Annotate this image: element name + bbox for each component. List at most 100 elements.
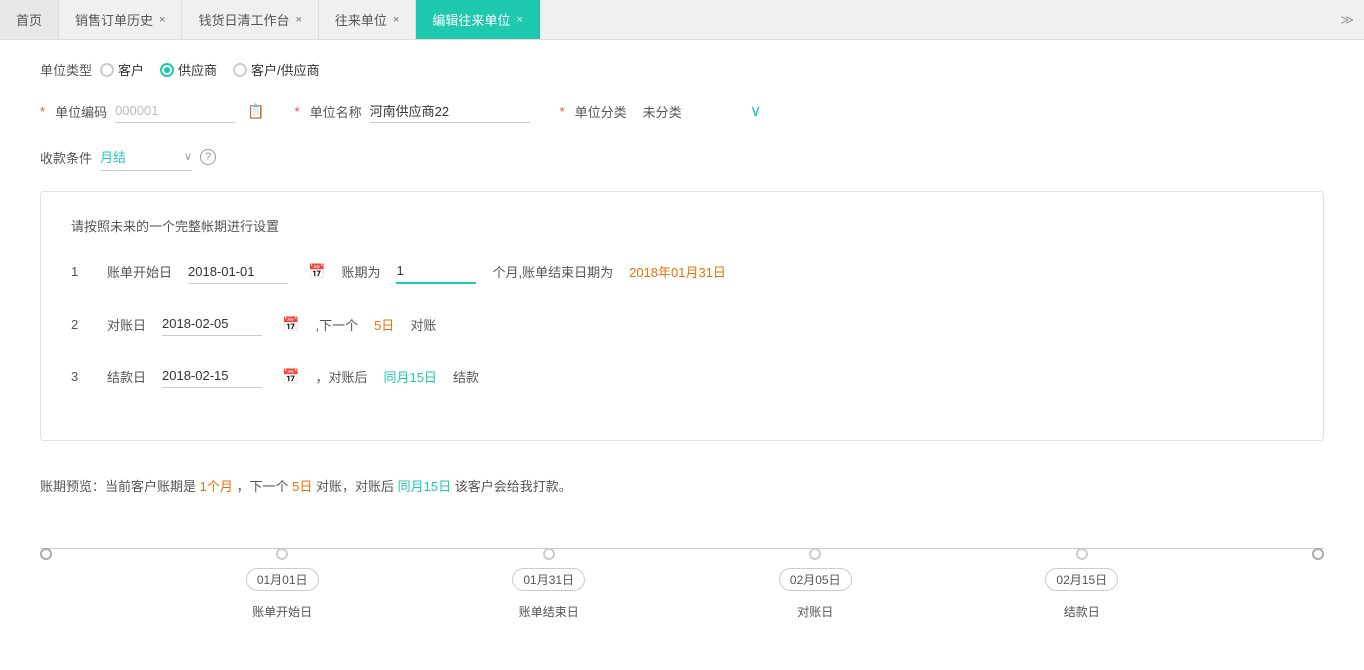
row-number-2: 2 — [71, 317, 91, 332]
field-label-3: 结款日 — [107, 367, 146, 386]
tab-sales-history-close[interactable]: × — [159, 14, 165, 26]
reconcile-date-input[interactable] — [162, 312, 262, 336]
radio-both-circle[interactable] — [233, 63, 247, 77]
row-number-1: 1 — [71, 264, 91, 279]
tab-partner-unit-close[interactable]: × — [393, 14, 399, 26]
timeline-dot-jan01 — [276, 548, 288, 560]
tab-cash-work-close[interactable]: × — [295, 14, 301, 26]
unit-type-row: 单位类型 客户 供应商 客户/供应商 — [40, 60, 1324, 79]
timeline-dot-feb05 — [809, 548, 821, 560]
radio-customer-circle[interactable] — [100, 63, 114, 77]
payment-terms-select[interactable]: 月结 ∨ — [100, 143, 192, 171]
unit-category-label: 单位分类 — [575, 102, 627, 121]
timeline-node-feb15: 02月15日 结款日 — [1045, 548, 1118, 620]
unit-code-group: * 单位编码 📋 — [40, 99, 265, 123]
preview-text: 账期预览：当前客户账期是 1个月 ，下一个 5日 对账，对账后 同月15日 该客… — [40, 477, 1324, 498]
preview-part2: 5日 — [292, 479, 312, 494]
help-icon[interactable]: ? — [200, 149, 216, 165]
settings-card: 请按照未来的一个完整帐期进行设置 1 账单开始日 📅 账期为 个月,账单结束日期… — [40, 191, 1324, 441]
period-input[interactable] — [396, 259, 476, 284]
unit-name-group: * 单位名称 — [295, 99, 530, 123]
payment-day-highlight: 同月15日 — [383, 367, 436, 386]
tab-expand-button[interactable]: ≫ — [1330, 0, 1364, 39]
reconcile-prefix: ,下一个 — [315, 315, 358, 334]
tab-cash-work[interactable]: 钱货日清工作台 × — [182, 0, 318, 39]
timeline-badge-jan01: 01月01日 — [246, 568, 319, 591]
tab-edit-partner-close[interactable]: × — [516, 14, 522, 26]
payment-terms-row: 收款条件 月结 ∨ ? — [40, 143, 1324, 171]
row-number-3: 3 — [71, 369, 91, 384]
unit-name-star: * — [295, 104, 300, 119]
timeline: 01月01日 账单开始日 01月31日 账单结束日 02月05日 对账日 — [40, 528, 1324, 650]
preview-connector1: ，下一个 — [237, 479, 289, 494]
start-date-input[interactable] — [188, 260, 288, 284]
preview-label: 账期预览：当前客户账期是 — [40, 479, 196, 494]
preview-connector2: 对账，对账后 — [316, 479, 394, 494]
timeline-badge-jan31: 01月31日 — [512, 568, 585, 591]
unit-code-input[interactable] — [115, 99, 235, 123]
unit-info-row: * 单位编码 📋 * 单位名称 * 单位分类 未分类 ∨ — [40, 99, 1324, 123]
timeline-dot-jan31 — [543, 548, 555, 560]
preview-part3: 同月15日 — [398, 479, 451, 494]
radio-supplier-label: 供应商 — [178, 60, 217, 79]
payment-terms-group: 收款条件 月结 ∨ ? — [40, 143, 216, 171]
start-date-cal-icon[interactable]: 📅 — [308, 263, 325, 280]
preview-section: 账期预览：当前客户账期是 1个月 ，下一个 5日 对账，对账后 同月15日 该客… — [40, 461, 1324, 650]
radio-both-label: 客户/供应商 — [251, 60, 320, 79]
timeline-label-jan31: 账单结束日 — [519, 603, 579, 620]
setting-row-3: 3 结款日 📅 ，对账后 同月15日 结款 — [71, 364, 1293, 388]
unit-category-group: * 单位分类 未分类 ∨ — [560, 101, 762, 121]
timeline-node-end — [1312, 548, 1324, 620]
reconcile-date-cal-icon[interactable]: 📅 — [282, 316, 299, 333]
payment-terms-value: 月结 — [100, 147, 180, 166]
timeline-dot-end — [1312, 548, 1324, 560]
tab-partner-unit[interactable]: 往来单位 × — [319, 0, 416, 39]
payment-date-cal-icon[interactable]: 📅 — [282, 368, 299, 385]
unit-code-copy-icon[interactable]: 📋 — [247, 103, 264, 120]
timeline-node-jan31: 01月31日 账单结束日 — [512, 548, 585, 620]
preview-part1: 1个月 — [200, 479, 233, 494]
tab-home-label: 首页 — [16, 10, 42, 29]
tab-partner-unit-label: 往来单位 — [335, 10, 387, 29]
timeline-nodes: 01月01日 账单开始日 01月31日 账单结束日 02月05日 对账日 — [40, 548, 1324, 620]
unit-category-value: 未分类 — [643, 102, 682, 121]
payment-terms-dropdown-arrow[interactable]: ∨ — [184, 150, 192, 163]
radio-supplier[interactable]: 供应商 — [160, 60, 217, 79]
field-label-2: 对账日 — [107, 315, 146, 334]
reconcile-day-highlight: 5日 — [374, 315, 394, 334]
tab-home[interactable]: 首页 — [0, 0, 59, 39]
main-content: 单位类型 客户 供应商 客户/供应商 * 单位编码 — [0, 40, 1364, 670]
payment-terms-label: 收款条件 — [40, 148, 92, 167]
timeline-label-feb05: 对账日 — [797, 603, 833, 620]
setting-row-2: 2 对账日 📅 ,下一个 5日 对账 — [71, 312, 1293, 336]
unit-code-label: 单位编码 — [55, 102, 107, 121]
tab-edit-partner-label: 编辑往来单位 — [432, 10, 510, 29]
timeline-label-feb15: 结款日 — [1064, 603, 1100, 620]
unit-category-star: * — [560, 104, 565, 119]
radio-customer[interactable]: 客户 — [100, 60, 144, 79]
radio-supplier-circle[interactable] — [160, 63, 174, 77]
period-label: 账期为 — [341, 262, 380, 281]
unit-type-group: 单位类型 客户 供应商 客户/供应商 — [40, 60, 320, 79]
payment-prefix: ，对账后 — [315, 367, 367, 386]
unit-code-star: * — [40, 104, 45, 119]
timeline-badge-feb15: 02月15日 — [1045, 568, 1118, 591]
timeline-node-feb05: 02月05日 对账日 — [779, 548, 852, 620]
timeline-badge-feb05: 02月05日 — [779, 568, 852, 591]
tab-cash-work-label: 钱货日清工作台 — [198, 10, 289, 29]
tab-sales-history-label: 销售订单历史 — [75, 10, 153, 29]
payment-date-input[interactable] — [162, 364, 262, 388]
unit-type-radio-group: 客户 供应商 客户/供应商 — [100, 60, 320, 79]
tab-edit-partner[interactable]: 编辑往来单位 × — [416, 0, 539, 39]
tab-bar: 首页 销售订单历史 × 钱货日清工作台 × 往来单位 × 编辑往来单位 × ≫ — [0, 0, 1364, 40]
tab-sales-history[interactable]: 销售订单历史 × — [59, 0, 182, 39]
radio-customer-label: 客户 — [118, 60, 144, 79]
card-title: 请按照未来的一个完整帐期进行设置 — [71, 216, 1293, 235]
expand-icon: ≫ — [1340, 12, 1354, 28]
radio-both[interactable]: 客户/供应商 — [233, 60, 320, 79]
bill-end-date-highlight: 2018年01月31日 — [629, 262, 726, 281]
unit-name-label: 单位名称 — [310, 102, 362, 121]
unit-name-input[interactable] — [370, 99, 530, 123]
timeline-dot-feb15 — [1076, 548, 1088, 560]
unit-category-dropdown-arrow[interactable]: ∨ — [750, 101, 762, 121]
